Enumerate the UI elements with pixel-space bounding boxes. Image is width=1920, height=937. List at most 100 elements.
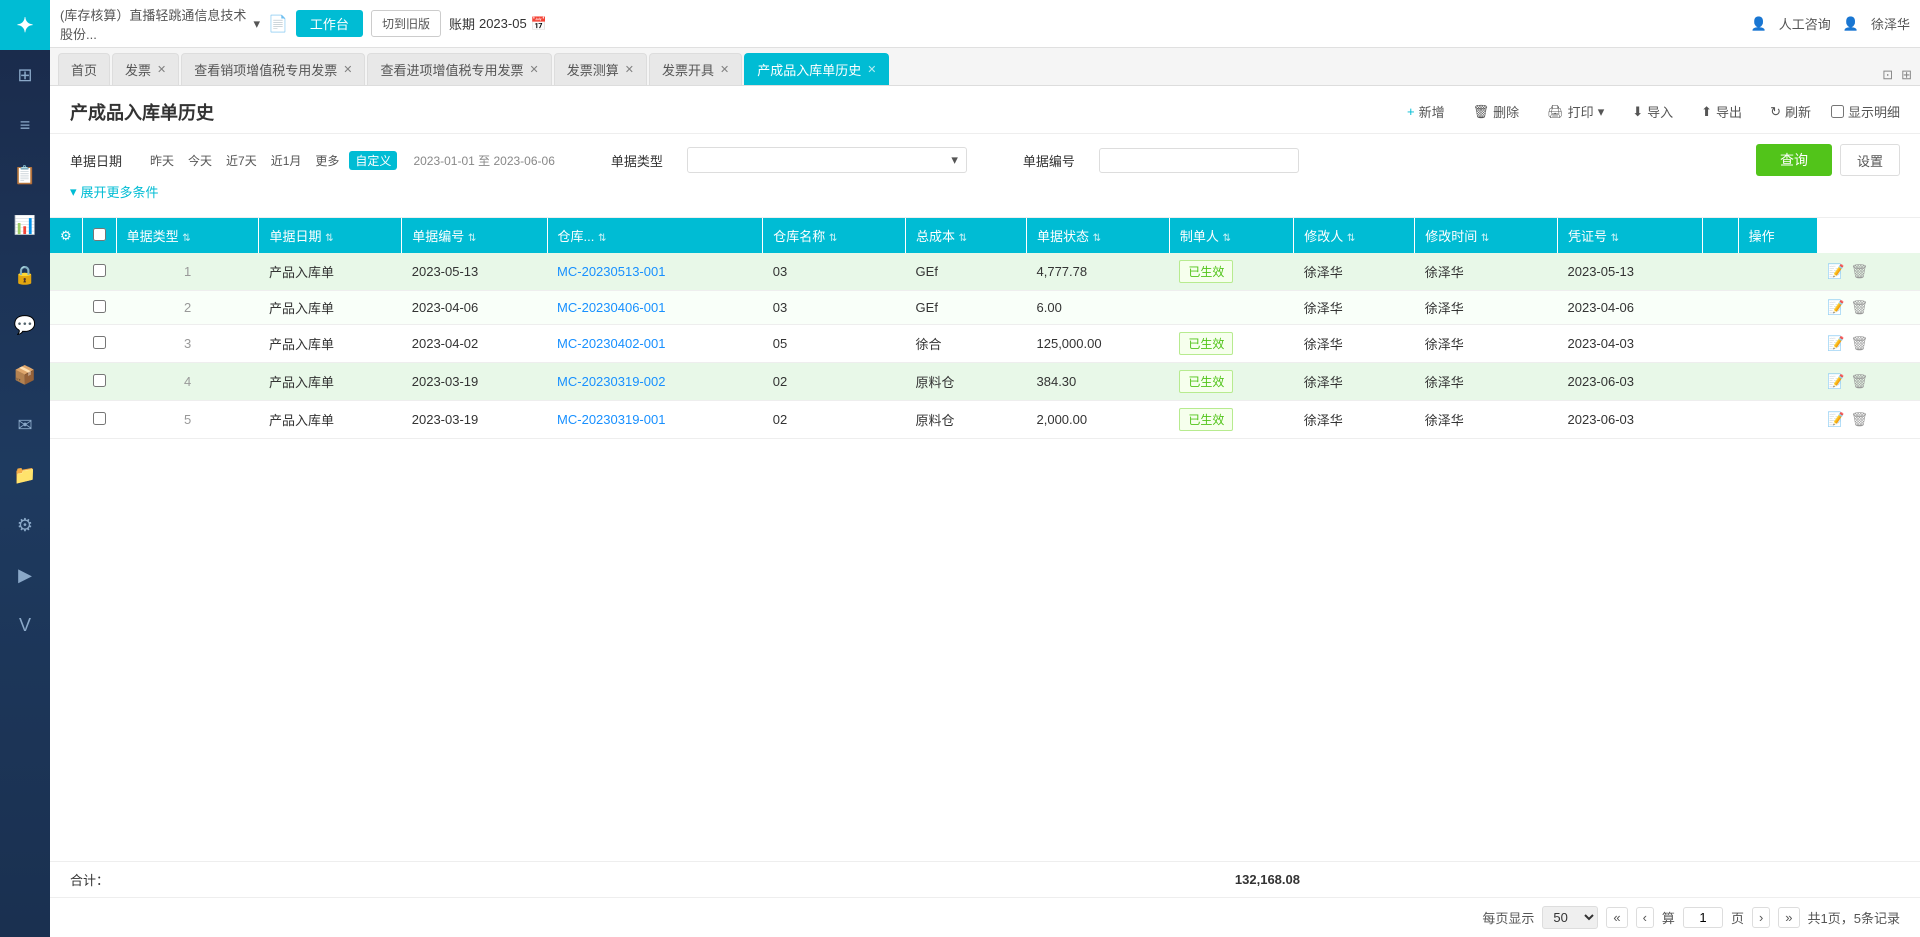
display-columns-option[interactable]: 显示明细 bbox=[1831, 102, 1900, 121]
shortcut-7days[interactable]: 近7天 bbox=[222, 151, 261, 170]
page-number-input[interactable] bbox=[1683, 907, 1723, 928]
sidebar-analytics[interactable]: 📊 bbox=[0, 200, 50, 250]
row-checkbox[interactable] bbox=[93, 374, 106, 387]
row-checkbox[interactable] bbox=[93, 412, 106, 425]
sidebar-home[interactable]: ⊞ bbox=[0, 50, 50, 100]
th-date[interactable]: 单据日期 ⇅ bbox=[259, 218, 402, 253]
shortcut-1month[interactable]: 近1月 bbox=[267, 151, 306, 170]
th-warehouse-code[interactable]: 仓库... ⇅ bbox=[547, 218, 763, 253]
th-total-cost[interactable]: 总成本 ⇅ bbox=[906, 218, 1027, 253]
edit-icon[interactable]: 📝 bbox=[1827, 411, 1844, 428]
period-calendar-icon[interactable]: 📅 bbox=[531, 16, 547, 32]
edit-icon[interactable]: 📝 bbox=[1827, 335, 1844, 352]
tab-invoice[interactable]: 发票 ✕ bbox=[112, 53, 179, 85]
row-number[interactable]: MC-20230319-002 bbox=[547, 363, 763, 401]
type-filter-dropdown-icon[interactable]: ▾ bbox=[951, 152, 958, 168]
checkbox-header[interactable] bbox=[82, 218, 116, 253]
tab-invoice-calc[interactable]: 发票测算 ✕ bbox=[554, 53, 647, 85]
row-number[interactable]: MC-20230513-001 bbox=[547, 253, 763, 291]
sidebar-play[interactable]: ▶ bbox=[0, 550, 50, 600]
row-number[interactable]: MC-20230402-001 bbox=[547, 325, 763, 363]
tab-invoice-calc-close[interactable]: ✕ bbox=[625, 63, 634, 76]
delete-icon[interactable]: 🗑 bbox=[1850, 299, 1868, 316]
sidebar-settings[interactable]: ⚙ bbox=[0, 500, 50, 550]
sidebar-files[interactable]: 📁 bbox=[0, 450, 50, 500]
next-page-button[interactable]: › bbox=[1752, 907, 1770, 928]
import-button[interactable]: ⬇ 导入 bbox=[1624, 98, 1681, 125]
tab-purchase-invoice-close[interactable]: ✕ bbox=[530, 63, 539, 76]
sidebar-messages[interactable]: 💬 bbox=[0, 300, 50, 350]
tab-product-history-close[interactable]: ✕ bbox=[867, 63, 876, 76]
tab-sales-invoice[interactable]: 查看销项增值税专用发票 ✕ bbox=[181, 53, 365, 85]
sidebar-security[interactable]: 🔒 bbox=[0, 250, 50, 300]
tab-product-history[interactable]: 产成品入库单历史 ✕ bbox=[744, 53, 889, 85]
expand-filter-button[interactable]: ▾ 展开更多条件 bbox=[70, 182, 159, 201]
company-selector[interactable]: (库存核算）直播轻跳通信息技术股份... ▾ bbox=[60, 5, 260, 43]
doc-icon[interactable]: 📄 bbox=[268, 14, 288, 34]
delete-icon[interactable]: 🗑 bbox=[1850, 411, 1868, 428]
sidebar-mail[interactable]: ✉ bbox=[0, 400, 50, 450]
th-status[interactable]: 单据状态 ⇅ bbox=[1027, 218, 1170, 253]
print-dropdown-icon[interactable]: ▾ bbox=[1598, 104, 1605, 120]
row-checkbox-cell[interactable] bbox=[82, 401, 116, 439]
th-creator[interactable]: 制单人 ⇅ bbox=[1169, 218, 1293, 253]
delete-icon[interactable]: 🗑 bbox=[1850, 335, 1868, 352]
select-all-checkbox[interactable] bbox=[93, 228, 106, 241]
tab-purchase-invoice[interactable]: 查看进项增值税专用发票 ✕ bbox=[367, 53, 551, 85]
delete-button[interactable]: 🗑 删除 bbox=[1465, 98, 1528, 125]
tab-sales-invoice-close[interactable]: ✕ bbox=[343, 63, 352, 76]
edit-icon[interactable]: 📝 bbox=[1827, 373, 1844, 390]
edit-icon[interactable]: 📝 bbox=[1827, 263, 1844, 280]
th-voucher[interactable]: 凭证号 ⇅ bbox=[1558, 218, 1703, 253]
row-checkbox[interactable] bbox=[93, 300, 106, 313]
sidebar-inventory[interactable]: 📦 bbox=[0, 350, 50, 400]
company-dropdown-icon[interactable]: ▾ bbox=[253, 16, 260, 32]
tab-home[interactable]: 首页 bbox=[58, 53, 110, 85]
restore-icon[interactable]: ⊡ bbox=[1882, 67, 1893, 83]
tab-invoice-issue[interactable]: 发票开具 ✕ bbox=[649, 53, 742, 85]
row-checkbox[interactable] bbox=[93, 264, 106, 277]
last-page-button[interactable]: » bbox=[1778, 907, 1799, 928]
prev-page-button[interactable]: ‹ bbox=[1636, 907, 1654, 928]
delete-icon[interactable]: 🗑 bbox=[1850, 373, 1868, 390]
th-type[interactable]: 单据类型 ⇅ bbox=[116, 218, 259, 253]
delete-icon[interactable]: 🗑 bbox=[1850, 263, 1868, 280]
row-checkbox-cell[interactable] bbox=[82, 325, 116, 363]
th-warehouse-name[interactable]: 仓库名称 ⇅ bbox=[763, 218, 906, 253]
app-logo[interactable]: ✦ bbox=[0, 0, 50, 50]
user-name[interactable]: 徐泽华 bbox=[1871, 14, 1910, 33]
row-number[interactable]: MC-20230406-001 bbox=[547, 291, 763, 325]
display-columns-checkbox[interactable] bbox=[1831, 105, 1844, 118]
number-filter-input[interactable] bbox=[1099, 148, 1299, 173]
first-page-button[interactable]: « bbox=[1606, 907, 1627, 928]
sidebar-documents[interactable]: 📋 bbox=[0, 150, 50, 200]
sidebar-v[interactable]: V bbox=[0, 600, 50, 650]
shortcut-yesterday[interactable]: 昨天 bbox=[146, 151, 178, 170]
per-page-select[interactable]: 50 100 200 bbox=[1542, 906, 1598, 929]
shortcut-today[interactable]: 今天 bbox=[184, 151, 216, 170]
row-number[interactable]: MC-20230319-001 bbox=[547, 401, 763, 439]
new-button[interactable]: + 新增 bbox=[1399, 98, 1453, 125]
sidebar-menu[interactable]: ≡ bbox=[0, 100, 50, 150]
old-version-button[interactable]: 切到旧版 bbox=[371, 10, 441, 37]
tab-invoice-close[interactable]: ✕ bbox=[157, 63, 166, 76]
th-modifier[interactable]: 修改人 ⇅ bbox=[1294, 218, 1415, 253]
row-checkbox-cell[interactable] bbox=[82, 363, 116, 401]
settings-header[interactable]: ⚙ bbox=[50, 218, 82, 253]
workspace-button[interactable]: 工作台 bbox=[296, 10, 363, 37]
row-checkbox[interactable] bbox=[93, 336, 106, 349]
shortcut-more[interactable]: 更多 bbox=[311, 151, 343, 170]
tab-invoice-issue-close[interactable]: ✕ bbox=[720, 63, 729, 76]
reset-button[interactable]: 设置 bbox=[1840, 144, 1900, 176]
row-checkbox-cell[interactable] bbox=[82, 253, 116, 291]
support-label[interactable]: 人工咨询 bbox=[1779, 14, 1831, 33]
settings-icon[interactable]: ⚙ bbox=[60, 228, 72, 243]
refresh-button[interactable]: ↻ 刷新 bbox=[1762, 98, 1819, 125]
shortcut-custom[interactable]: 自定义 bbox=[349, 151, 397, 170]
th-modify-time[interactable]: 修改时间 ⇅ bbox=[1415, 218, 1558, 253]
print-button[interactable]: 🖨 打印 ▾ bbox=[1539, 98, 1612, 125]
maximize-icon[interactable]: ⊞ bbox=[1901, 67, 1912, 83]
th-number[interactable]: 单据编号 ⇅ bbox=[402, 218, 547, 253]
edit-icon[interactable]: 📝 bbox=[1827, 299, 1844, 316]
type-filter-select[interactable]: ▾ bbox=[687, 147, 967, 173]
